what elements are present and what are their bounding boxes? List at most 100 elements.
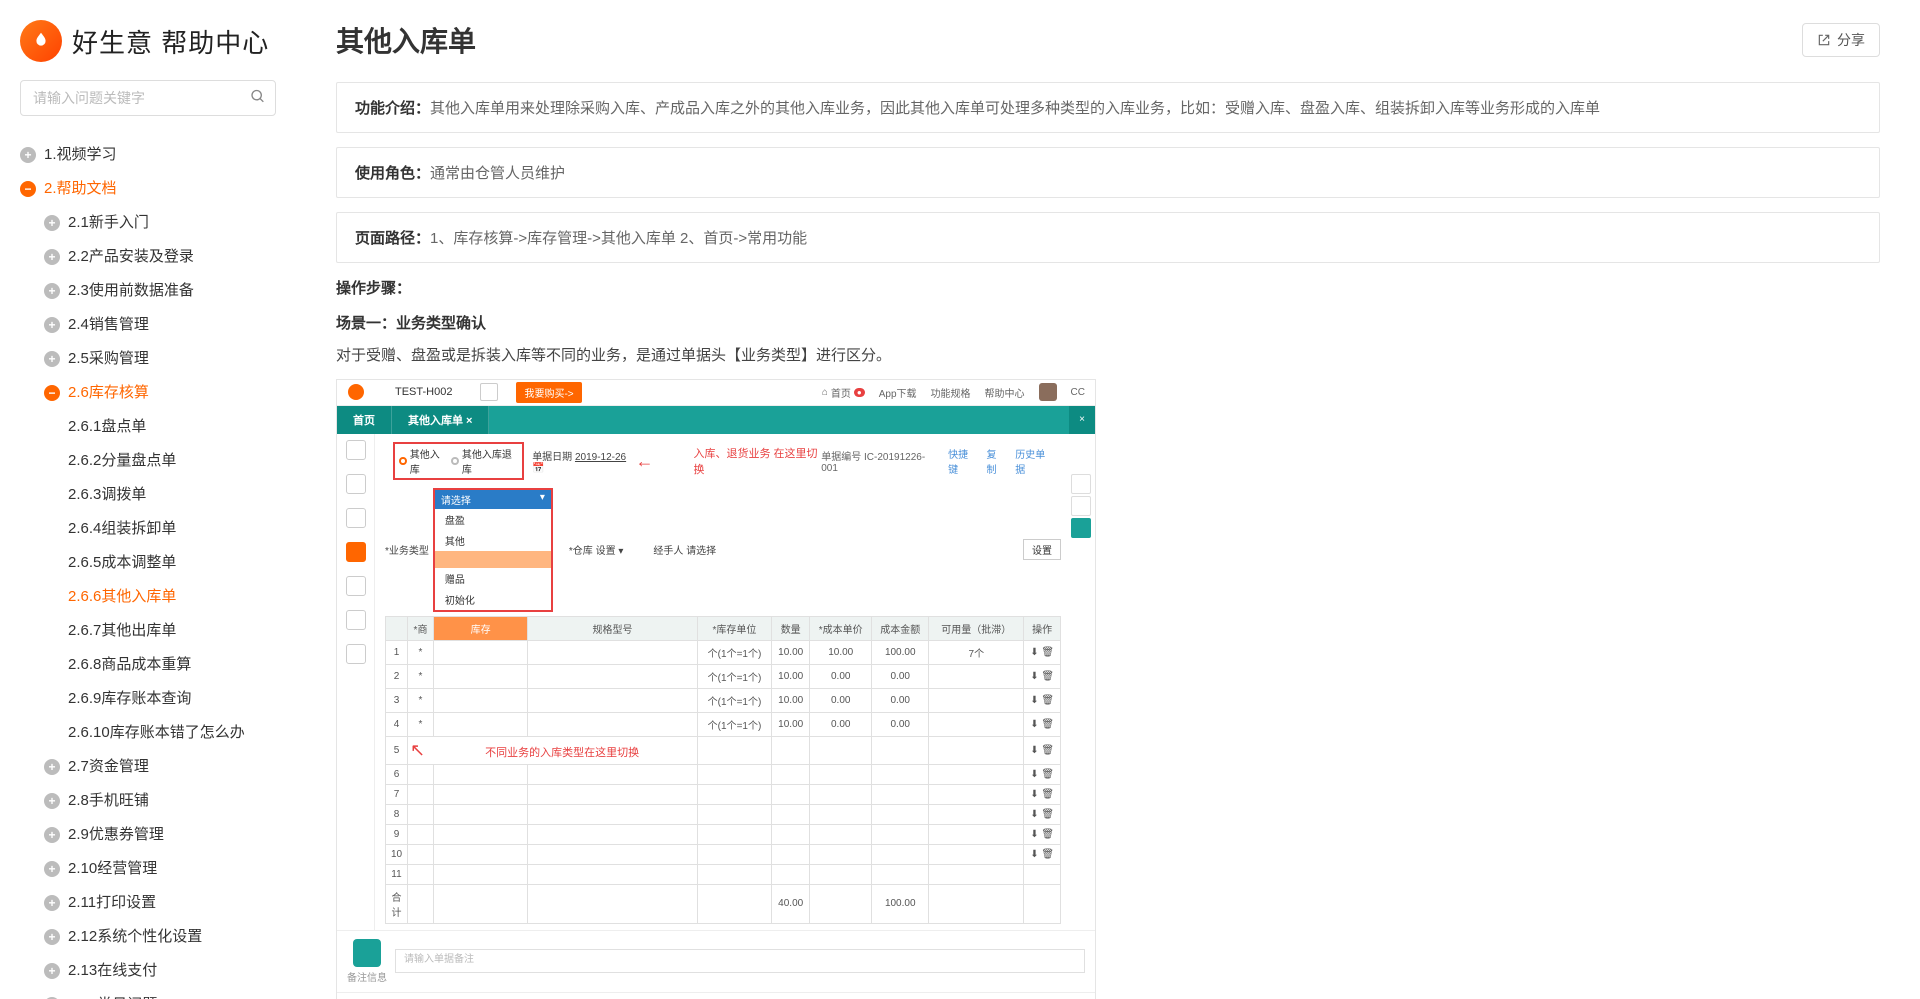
nav-label: 2.6.7其他出库单: [68, 614, 176, 648]
ss-body: 其他入库 其他入库退库 单据日期 2019-12-26 📅 ← 入库、退货业务 …: [337, 434, 1095, 930]
ss-settings-btn: 设置: [1023, 539, 1061, 560]
brand-logo-icon: [20, 20, 62, 62]
nav-item-video[interactable]: +1.视频学习: [20, 138, 276, 172]
nav-item-2-6-6[interactable]: 2.6.6其他入库单: [20, 580, 276, 614]
nav-item-2-7[interactable]: +2.7资金管理: [20, 750, 276, 784]
ss-nav-icon: [346, 610, 366, 630]
nav-item-2-6-10[interactable]: 2.6.10库存账本错了怎么办: [20, 716, 276, 750]
nav-label: 2.帮助文档: [44, 172, 117, 206]
nav-item-2-6-3[interactable]: 2.6.3调拨单: [20, 478, 276, 512]
nav-item-2-6-1[interactable]: 2.6.1盘点单: [20, 410, 276, 444]
ss-table-row: 1*个(1个=1个)10.0010.00100.007个⬇ 🗑: [386, 640, 1061, 664]
share-button[interactable]: 分享: [1802, 23, 1880, 57]
ss-dd-option: 初始化: [435, 589, 551, 610]
nav-item-2-10[interactable]: +2.10经营管理: [20, 852, 276, 886]
nav-item-2-12[interactable]: +2.12系统个性化设置: [20, 920, 276, 954]
nav-item-2-3[interactable]: +2.3使用前数据准备: [20, 274, 276, 308]
arrow-icon: ←: [635, 452, 653, 470]
ss-annotation-1: 入库、退货业务 在这里切换: [693, 445, 821, 477]
ss-doc-type-box: 其他入库 其他入库退库: [393, 442, 524, 480]
search-wrap: [20, 80, 276, 116]
card-text: 1、库存核算->库存管理->其他入库单 2、首页->常用功能: [430, 230, 807, 247]
ss-filter-row: *业务类型 请选择▾ 盘盈 其他 赠品 初始化: [385, 488, 1061, 612]
nav-label: 2.1新手入门: [68, 206, 149, 240]
ss-link-copy: 复制: [986, 446, 1005, 476]
nav-item-2-4[interactable]: +2.4销售管理: [20, 308, 276, 342]
ss-nav-icon: [346, 576, 366, 596]
ss-logo-icon: [337, 384, 375, 400]
nav-item-2-6-7[interactable]: 2.6.7其他出库单: [20, 614, 276, 648]
ss-link-history: 历史单据: [1015, 446, 1053, 476]
search-input[interactable]: [20, 80, 276, 116]
ss-rightbar: [1071, 434, 1095, 930]
ss-tabs-close-icon: ×: [1069, 406, 1095, 434]
ss-footer: 放弃 保存草稿 保存 ▾: [337, 992, 1095, 999]
ss-biztype-label: *业务类型: [385, 542, 429, 557]
ss-tool-icon-active: [1071, 518, 1091, 538]
nav-label: 2.8手机旺铺: [68, 784, 149, 818]
nav-item-2-6-9[interactable]: 2.6.9库存账本查询: [20, 682, 276, 716]
ss-tenant: TEST-H002: [375, 386, 472, 398]
ss-table-row: 4*个(1个=1个)10.000.000.00⬇ 🗑: [386, 712, 1061, 736]
nav-item-2-11[interactable]: +2.11打印设置: [20, 886, 276, 920]
brand-row: 好生意 帮助中心: [20, 20, 276, 62]
nav-label: 2.3使用前数据准备: [68, 274, 194, 308]
nav-item-2-5[interactable]: +2.5采购管理: [20, 342, 276, 376]
plus-icon: +: [44, 793, 60, 809]
info-card-intro: 功能介绍：其他入库单用来处理除采购入库、产成品入库之外的其他入库业务，因此其他入…: [336, 82, 1880, 133]
plus-icon: +: [44, 759, 60, 775]
search-icon[interactable]: [250, 89, 266, 108]
nav-item-2-6[interactable]: −2.6库存核算: [20, 376, 276, 410]
sidebar: 好生意 帮助中心 +1.视频学习 −2.帮助文档 +2.1新手入门 +2.2产品…: [0, 0, 296, 999]
main-content: 其他入库单 分享 功能介绍：其他入库单用来处理除采购入库、产成品入库之外的其他入…: [296, 0, 1920, 999]
ss-buy-button: 我要购买->: [516, 382, 581, 403]
plus-icon: +: [44, 929, 60, 945]
nav-item-help-docs[interactable]: −2.帮助文档: [20, 172, 276, 206]
plus-icon: +: [44, 317, 60, 333]
nav-item-2-14[interactable]: +2.14常见问题: [20, 988, 276, 999]
nav-label: 2.6.6其他入库单: [68, 580, 176, 614]
nav-label: 2.13在线支付: [68, 954, 157, 988]
ss-search-icon: [480, 383, 498, 401]
ss-table-row: 9⬇ 🗑: [386, 824, 1061, 844]
nav-label: 2.6.4组装拆卸单: [68, 512, 176, 546]
ss-tool-icon: [1071, 474, 1091, 494]
arrow-icon: ↖: [410, 740, 425, 760]
nav-label: 2.11打印设置: [68, 886, 156, 920]
nav-item-2-13[interactable]: +2.13在线支付: [20, 954, 276, 988]
share-label: 分享: [1837, 30, 1865, 50]
nav-item-2-6-8[interactable]: 2.6.8商品成本重算: [20, 648, 276, 682]
ss-table-row: 11: [386, 864, 1061, 884]
plus-icon: +: [44, 351, 60, 367]
nav-item-2-2[interactable]: +2.2产品安装及登录: [20, 240, 276, 274]
nav-label: 2.6.5成本调整单: [68, 546, 176, 580]
ss-help-link: 帮助中心: [985, 385, 1025, 400]
ss-table-row: 2*个(1个=1个)10.000.000.00⬇ 🗑: [386, 664, 1061, 688]
nav-item-2-8[interactable]: +2.8手机旺铺: [20, 784, 276, 818]
ss-nav-icon: [346, 474, 366, 494]
ss-table-header: *商 库存 规格型号 *库存单位 数量 *成本单价 成本金额 可用量（批滞） 操…: [386, 616, 1061, 640]
ss-table-row: 3*个(1个=1个)10.000.000.00⬇ 🗑: [386, 688, 1061, 712]
nav-item-2-6-4[interactable]: 2.6.4组装拆卸单: [20, 512, 276, 546]
ss-dd-option: 其他: [435, 530, 551, 551]
ss-top-links: ⌂ 首页● App下载 功能规格 帮助中心 CC: [822, 383, 1095, 401]
ss-table: *商 库存 规格型号 *库存单位 数量 *成本单价 成本金额 可用量（批滞） 操…: [385, 616, 1061, 924]
page-title: 其他入库单: [336, 20, 476, 60]
card-label: 功能介绍：: [355, 100, 430, 117]
ss-home-link: ⌂ 首页●: [822, 385, 865, 400]
nav-item-2-9[interactable]: +2.9优惠券管理: [20, 818, 276, 852]
nav-label: 2.12系统个性化设置: [68, 920, 202, 954]
nav-item-2-6-5[interactable]: 2.6.5成本调整单: [20, 546, 276, 580]
nav-label: 2.4销售管理: [68, 308, 149, 342]
ss-username: CC: [1071, 387, 1085, 398]
nav-item-2-6-2[interactable]: 2.6.2分量盘点单: [20, 444, 276, 478]
plus-icon: +: [44, 861, 60, 877]
ss-toolbar-links: 快捷键 复制 历史单据: [948, 446, 1053, 476]
plus-icon: +: [44, 249, 60, 265]
ss-header-row: 其他入库 其他入库退库 单据日期 2019-12-26 📅 ← 入库、退货业务 …: [385, 440, 1061, 482]
nav-item-2-1[interactable]: +2.1新手入门: [20, 206, 276, 240]
ss-nav-icon: [346, 508, 366, 528]
ss-table-row: 5↖不同业务的入库类型在这里切换⬇ 🗑: [386, 736, 1061, 764]
page-header: 其他入库单 分享: [336, 20, 1880, 60]
ss-nav-icon-active: [346, 542, 366, 562]
